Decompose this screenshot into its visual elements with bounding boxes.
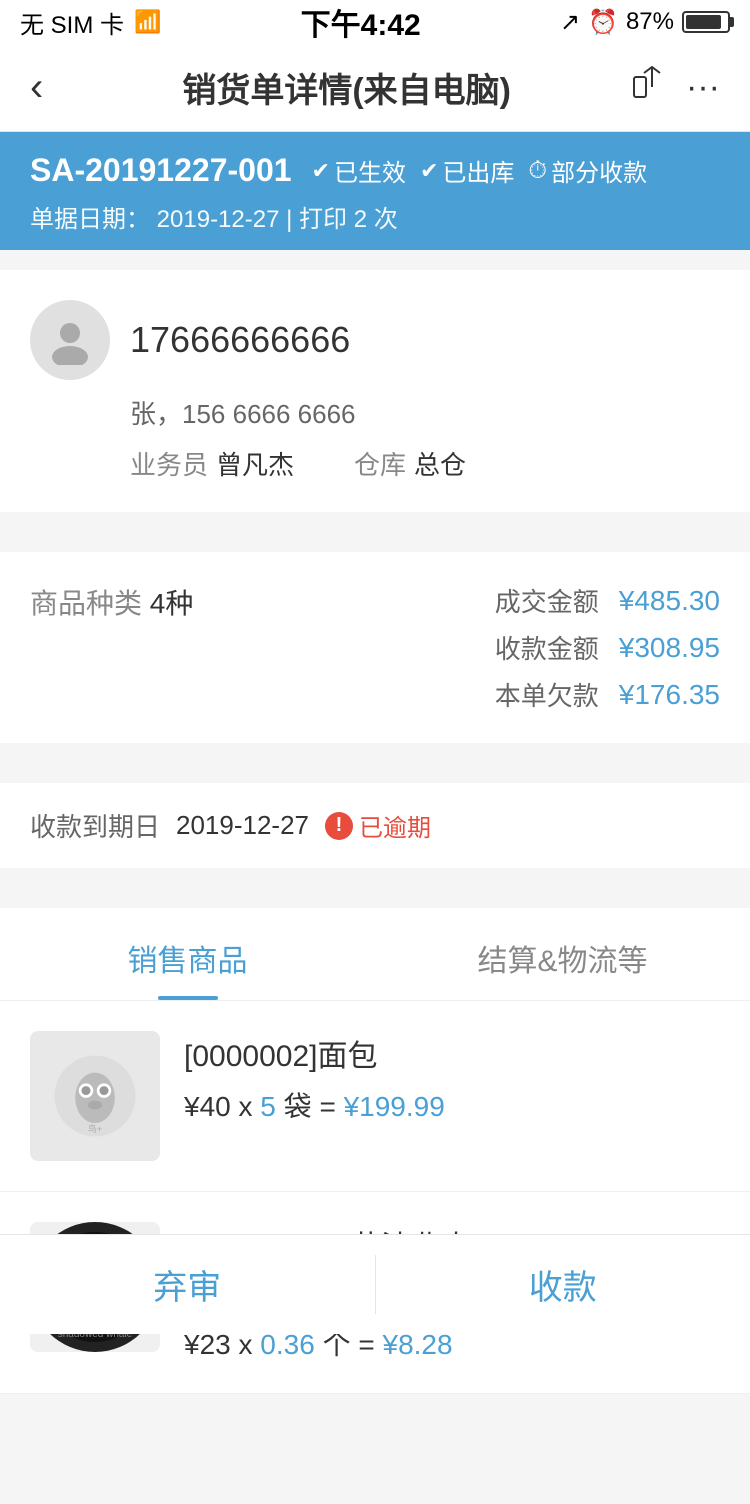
check-icon-1: ✔ <box>312 158 330 184</box>
product-total-1: ¥199.99 <box>344 1091 445 1122</box>
salesperson-item: 业务员 曾凡杰 <box>130 445 294 482</box>
carrier-text: 无 SIM 卡 <box>20 5 124 40</box>
product-types-label: 商品种类 <box>30 588 142 619</box>
gap-3 <box>0 868 750 888</box>
date-label: 单据日期： <box>30 206 150 233</box>
gap-1 <box>0 512 750 532</box>
status-badge-shipped: ✔ 已出库 <box>420 153 514 188</box>
collect-payment-button[interactable]: 收款 <box>376 1235 750 1334</box>
warehouse-item: 仓库 总仓 <box>354 445 466 482</box>
due-date-label: 收款到期日 <box>30 807 160 844</box>
print-separator: | <box>286 206 299 233</box>
tab-sales-products[interactable]: 销售商品 <box>0 908 375 1000</box>
tab-settlement-logistics[interactable]: 结算&物流等 <box>375 908 750 1000</box>
customer-name: 张，156 6666 6666 <box>130 394 720 431</box>
balance-label: 本单欠款 <box>495 676 599 713</box>
overdue-icon: ! <box>325 812 353 840</box>
order-date-row: 单据日期： 2019-12-27 | 打印 2 次 <box>30 199 720 234</box>
status-left: 无 SIM 卡 📶 <box>20 5 161 40</box>
warehouse-value: 总仓 <box>414 445 466 482</box>
product-types: 商品种类 4种 <box>30 582 193 622</box>
deal-amount-value: ¥485.30 <box>619 585 720 617</box>
alarm-icon: ⏰ <box>588 8 618 37</box>
salesperson-value: 曾凡杰 <box>216 445 294 482</box>
abandon-review-button[interactable]: 弃审 <box>0 1235 375 1334</box>
status-time: 下午4:42 <box>301 0 421 44</box>
back-button[interactable]: ‹ <box>30 65 43 110</box>
share-button[interactable] <box>630 65 666 110</box>
deal-amount-label: 成交金额 <box>495 582 599 619</box>
customer-phone: 17666666666 <box>130 319 350 361</box>
received-amount-label: 收款金额 <box>495 629 599 666</box>
product-price-1: ¥40 x 5 袋 = ¥199.99 <box>184 1085 720 1125</box>
battery-percent: 87% <box>626 8 674 36</box>
print-unit: 次 <box>374 206 398 233</box>
status-badges: ✔ 已生效 ✔ 已出库 ⏱ 部分收款 <box>312 153 648 188</box>
page-title: 销货单详情(来自电脑) <box>63 63 630 112</box>
product-name-1: [0000002]面包 <box>184 1031 720 1075</box>
order-id: SA-20191227-001 <box>30 152 292 189</box>
clock-icon: ⏱ <box>528 157 547 185</box>
warehouse-label: 仓库 <box>354 445 406 482</box>
wifi-icon: 📶 <box>134 9 161 35</box>
received-amount-value: ¥308.95 <box>619 632 720 664</box>
product-details-1: [0000002]面包 ¥40 x 5 袋 = ¥199.99 <box>184 1031 720 1125</box>
deal-amount-row: 成交金额 ¥485.30 <box>495 582 720 619</box>
battery-icon <box>682 11 730 33</box>
check-icon-2: ✔ <box>420 158 438 184</box>
svg-text:鸟+: 鸟+ <box>88 1123 102 1134</box>
product-qty-1: 5 <box>260 1091 276 1122</box>
status-badge-effective: ✔ 已生效 <box>312 153 406 188</box>
overdue-badge: ! 已逾期 <box>325 808 431 843</box>
nav-bar: ‹ 销货单详情(来自电脑) ··· <box>0 44 750 132</box>
customer-row: 17666666666 <box>30 300 720 380</box>
product-placeholder-1: 鸟+ <box>30 1031 160 1161</box>
print-label: 打印 <box>299 206 347 233</box>
bottom-actions: 弃审 收款 <box>0 1234 750 1334</box>
received-amount-row: 收款金额 ¥308.95 <box>495 629 720 666</box>
balance-row: 本单欠款 ¥176.35 <box>495 676 720 713</box>
print-count: 2 <box>354 206 367 233</box>
order-header-banner: SA-20191227-001 ✔ 已生效 ✔ 已出库 ⏱ 部分收款 单据日期：… <box>0 132 750 250</box>
customer-meta: 业务员 曾凡杰 仓库 总仓 <box>130 445 720 482</box>
location-icon: ↗ <box>560 8 580 37</box>
due-date-section: 收款到期日 2019-12-27 ! 已逾期 <box>0 783 750 868</box>
order-date: 2019-12-27 <box>157 206 280 233</box>
due-date-value: 2019-12-27 <box>176 810 309 841</box>
overdue-label: 已逾期 <box>359 808 431 843</box>
gap-2 <box>0 743 750 763</box>
balance-value: ¥176.35 <box>619 679 720 711</box>
summary-section: 商品种类 4种 成交金额 ¥485.30 收款金额 ¥308.95 本单欠款 ¥… <box>0 552 750 743</box>
more-button[interactable]: ··· <box>686 68 720 107</box>
tabs-section: 销售商品 结算&物流等 <box>0 908 750 1001</box>
banner-top: SA-20191227-001 ✔ 已生效 ✔ 已出库 ⏱ 部分收款 <box>30 152 720 189</box>
status-bar: 无 SIM 卡 📶 下午4:42 ↗ ⏰ 87% <box>0 0 750 44</box>
product-item-1: 鸟+ [0000002]面包 ¥40 x 5 袋 = ¥199.99 <box>0 1001 750 1192</box>
nav-actions: ··· <box>630 65 720 110</box>
product-types-count: 4种 <box>150 588 194 619</box>
customer-section: 17666666666 张，156 6666 6666 业务员 曾凡杰 仓库 总… <box>0 270 750 512</box>
status-right: ↗ ⏰ 87% <box>560 8 730 37</box>
status-badge-partial: ⏱ 部分收款 <box>528 153 647 188</box>
amounts: 成交金额 ¥485.30 收款金额 ¥308.95 本单欠款 ¥176.35 <box>495 582 720 713</box>
product-image-1: 鸟+ <box>30 1031 160 1161</box>
salesperson-label: 业务员 <box>130 445 208 482</box>
avatar <box>30 300 110 380</box>
